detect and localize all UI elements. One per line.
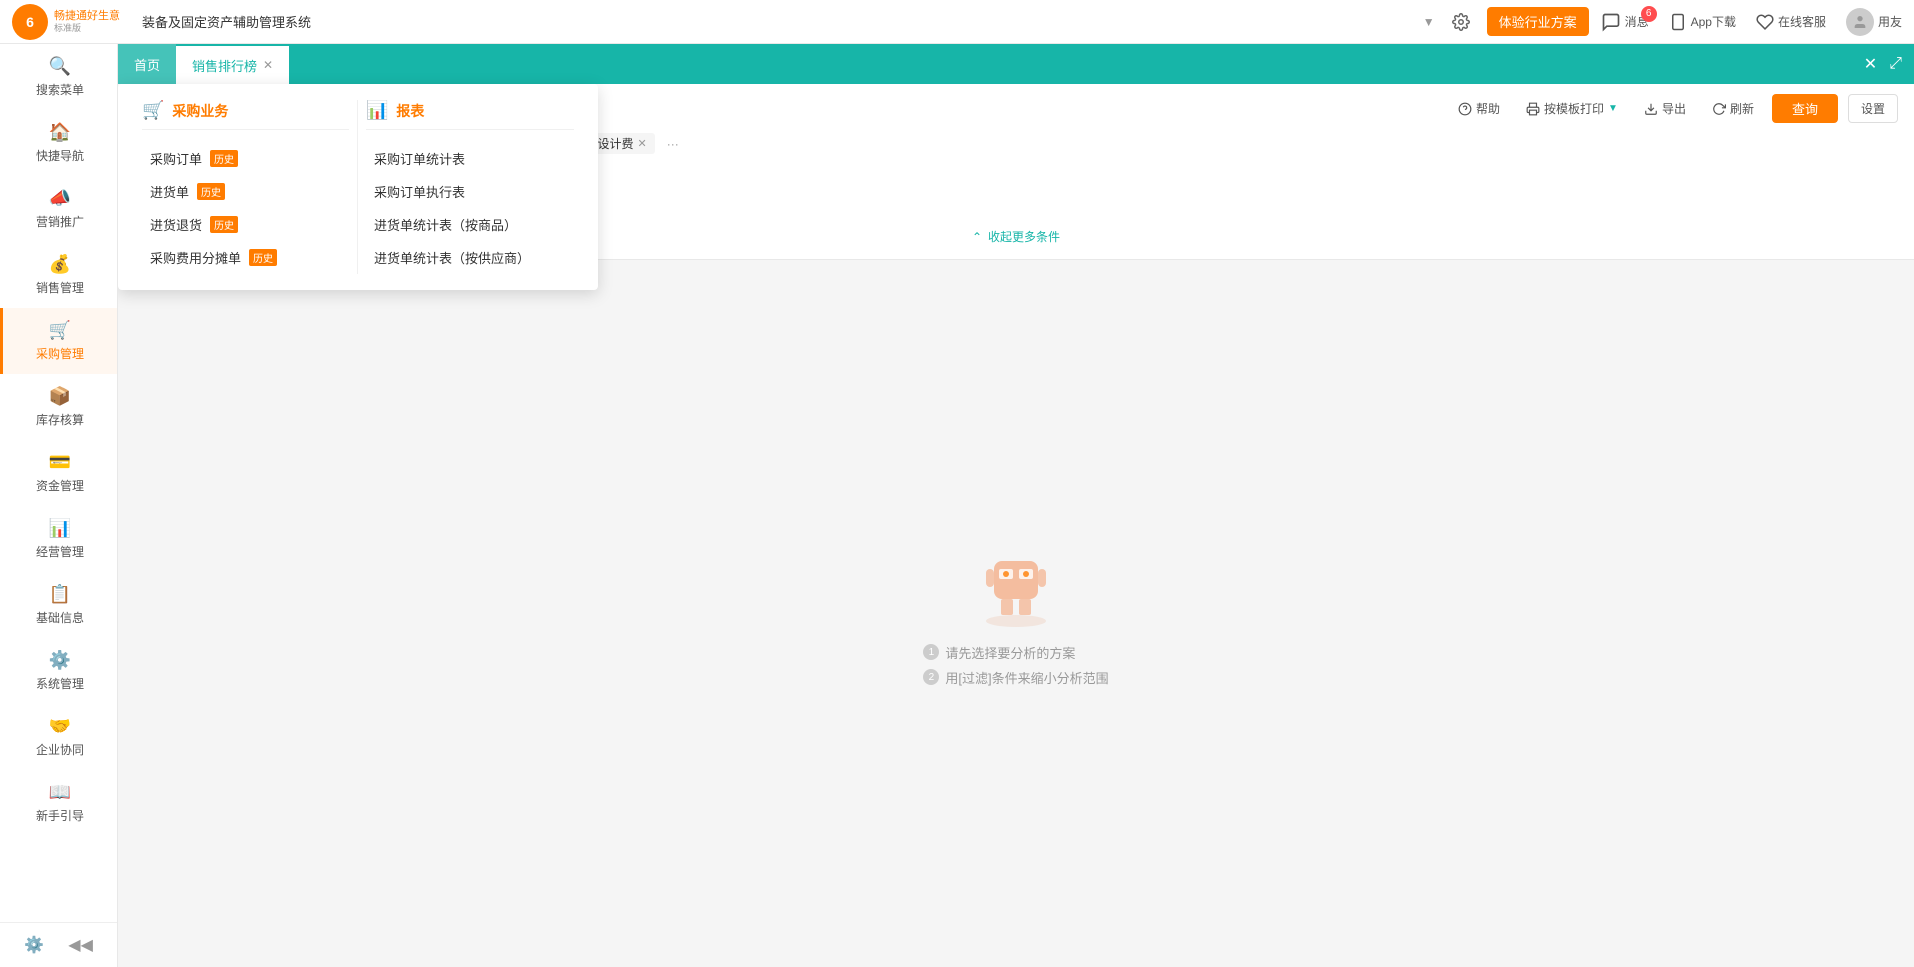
tab-home[interactable]: 首页 (118, 44, 176, 84)
logo-subtitle: 标准版 (54, 23, 120, 35)
menu-item-purchase-receipt[interactable]: 进货单 历史 (142, 175, 349, 208)
messages-action[interactable]: 6 消息 (1601, 12, 1649, 32)
purchase-section-icon: 🛒 (142, 100, 164, 121)
menu-item-report-0[interactable]: 采购订单统计表 (366, 142, 574, 175)
tab-bar: 首页 销售排行榜 ✕ ✕ ⤢ (118, 44, 1914, 84)
sidebar-item-finance[interactable]: 💳 资金管理 (0, 440, 117, 506)
tab-close-icon[interactable]: ✕ (263, 58, 273, 72)
report-section-icon: 📊 (366, 100, 388, 121)
user-action[interactable]: 用友 (1846, 8, 1902, 36)
sidebar-item-inventory[interactable]: 📦 库存核算 (0, 374, 117, 440)
tab-right-icons: ✕ ⤢ (1864, 54, 1914, 74)
svg-text:6: 6 (26, 14, 34, 30)
sidebar-item-enterprise[interactable]: 🤝 企业协同 (0, 704, 117, 770)
settings-bottom-icon[interactable]: ⚙️ (24, 935, 44, 955)
tab-sales-rank[interactable]: 销售排行榜 ✕ (176, 44, 289, 84)
menu-item-report-2[interactable]: 进货单统计表（按商品） (366, 208, 574, 241)
enterprise-icon: 🤝 (49, 716, 71, 737)
goods-tag-close[interactable]: ✕ (637, 137, 646, 150)
query-btn[interactable]: 查询 (1772, 94, 1838, 123)
tab-maximize-icon[interactable]: ⤢ (1889, 55, 1902, 73)
purchase-section: 🛒 采购业务 采购订单 历史 进货单 历史 进货退货 历史 采购费用分摊单 (134, 100, 358, 274)
sales-icon: 💰 (49, 254, 71, 275)
industry-btn[interactable]: 体验行业方案 (1487, 7, 1589, 36)
tip-num-1: 1 (923, 644, 939, 660)
top-actions: 6 消息 App下载 在线客服 用友 (1601, 8, 1902, 36)
menu-item-purchase-expense[interactable]: 采购费用分摊单 历史 (142, 241, 349, 274)
purchase-section-title: 🛒 采购业务 (142, 100, 349, 130)
print-btn[interactable]: 按模板打印 ▼ (1518, 97, 1626, 120)
search-menu-icon: 🔍 (49, 56, 71, 77)
refresh-btn[interactable]: 刷新 (1704, 97, 1762, 120)
collapse-up-icon: ⌃ (972, 230, 982, 244)
menu-item-purchase-order[interactable]: 采购订单 历史 (142, 142, 349, 175)
sidebar: 🔍 搜索菜单 🏠 快捷导航 📣 营销推广 💰 销售管理 🛒 采购管理 📦 库存核… (0, 44, 118, 967)
export-btn[interactable]: 导出 (1636, 97, 1694, 120)
print-dropdown-icon[interactable]: ▼ (1608, 103, 1618, 114)
empty-tip-1: 1 请先选择要分析的方案 (923, 643, 1108, 662)
user-avatar (1846, 8, 1874, 36)
tip-num-2: 2 (923, 669, 939, 685)
sidebar-item-operation[interactable]: 📊 经营管理 (0, 506, 117, 572)
purchase-icon: 🛒 (49, 320, 71, 341)
sidebar-item-system[interactable]: ⚙️ 系统管理 (0, 638, 117, 704)
app-download-action[interactable]: App下载 (1669, 13, 1736, 31)
collapse-sidebar-icon[interactable]: ◀◀ (68, 935, 93, 955)
guide-icon: 📖 (49, 782, 71, 803)
history-badge-3: 历史 (249, 249, 277, 266)
logo-main-text: 畅捷通好生意 (54, 9, 120, 23)
system-settings-icon[interactable] (1447, 8, 1475, 36)
goods-more-btn[interactable]: ··· (667, 137, 679, 151)
system-title: 装备及固定资产辅助管理系统 (142, 12, 1411, 31)
operation-icon: 📊 (49, 518, 71, 539)
sidebar-item-basic-info[interactable]: 📋 基础信息 (0, 572, 117, 638)
online-service-action[interactable]: 在线客服 (1756, 13, 1826, 31)
top-bar: 6 畅捷通好生意 标准版 装备及固定资产辅助管理系统 ▼ 体验行业方案 6 消息… (0, 0, 1914, 44)
sidebar-item-purchase[interactable]: 🛒 采购管理 (0, 308, 117, 374)
empty-illustration (966, 541, 1066, 631)
logo-area: 6 畅捷通好生意 标准版 (12, 4, 130, 40)
sidebar-item-marketing[interactable]: 📣 营销推广 (0, 176, 117, 242)
history-badge-2: 历史 (210, 216, 238, 233)
inventory-icon: 📦 (49, 386, 71, 407)
home-icon: 🏠 (49, 122, 71, 143)
system-icon: ⚙️ (49, 650, 71, 671)
basic-info-icon: 📋 (49, 584, 71, 605)
message-badge: 6 (1641, 6, 1657, 22)
logo-icon: 6 (12, 4, 48, 40)
menu-item-report-3[interactable]: 进货单统计表（按供应商） (366, 241, 574, 274)
empty-state: 1 请先选择要分析的方案 2 用[过滤]条件来缩小分析范围 (923, 541, 1108, 687)
content-area: 首页 销售排行榜 ✕ ✕ ⤢ 帮助 (118, 44, 1914, 967)
report-section-title: 📊 报表 (366, 100, 574, 130)
sidebar-bottom: ⚙️ ◀◀ (0, 922, 117, 967)
main-content: 1 请先选择要分析的方案 2 用[过滤]条件来缩小分析范围 (118, 260, 1914, 967)
history-badge-1: 历史 (197, 183, 225, 200)
empty-tips: 1 请先选择要分析的方案 2 用[过滤]条件来缩小分析范围 (923, 643, 1108, 687)
sidebar-item-guide[interactable]: 📖 新手引导 (0, 770, 117, 836)
goods-tag: 设计费 ✕ (589, 133, 654, 154)
toolbar-buttons: 帮助 按模板打印 ▼ 导出 刷新 查询 (1450, 94, 1898, 123)
help-btn[interactable]: 帮助 (1450, 97, 1508, 120)
sidebar-item-nav[interactable]: 🏠 快捷导航 (0, 110, 117, 176)
settings-btn[interactable]: 设置 (1848, 94, 1898, 123)
empty-tip-2: 2 用[过滤]条件来缩小分析范围 (923, 668, 1108, 687)
tab-minimize-icon[interactable]: ✕ (1864, 54, 1877, 74)
sidebar-item-search[interactable]: 🔍 搜索菜单 (0, 44, 117, 110)
history-badge-0: 历史 (210, 150, 238, 167)
finance-icon: 💳 (49, 452, 71, 473)
sidebar-item-sales[interactable]: 💰 销售管理 (0, 242, 117, 308)
menu-item-purchase-return[interactable]: 进货退货 历史 (142, 208, 349, 241)
system-dropdown-arrow[interactable]: ▼ (1423, 15, 1435, 29)
marketing-icon: 📣 (49, 188, 71, 209)
dropdown-menu: 🛒 采购业务 采购订单 历史 进货单 历史 进货退货 历史 采购费用分摊单 (118, 84, 598, 290)
menu-item-report-1[interactable]: 采购订单执行表 (366, 175, 574, 208)
report-section: 📊 报表 采购订单统计表 采购订单执行表 进货单统计表（按商品） 进货单统计表（… (358, 100, 582, 274)
main-layout: 🔍 搜索菜单 🏠 快捷导航 📣 营销推广 💰 销售管理 🛒 采购管理 📦 库存核… (0, 44, 1914, 967)
